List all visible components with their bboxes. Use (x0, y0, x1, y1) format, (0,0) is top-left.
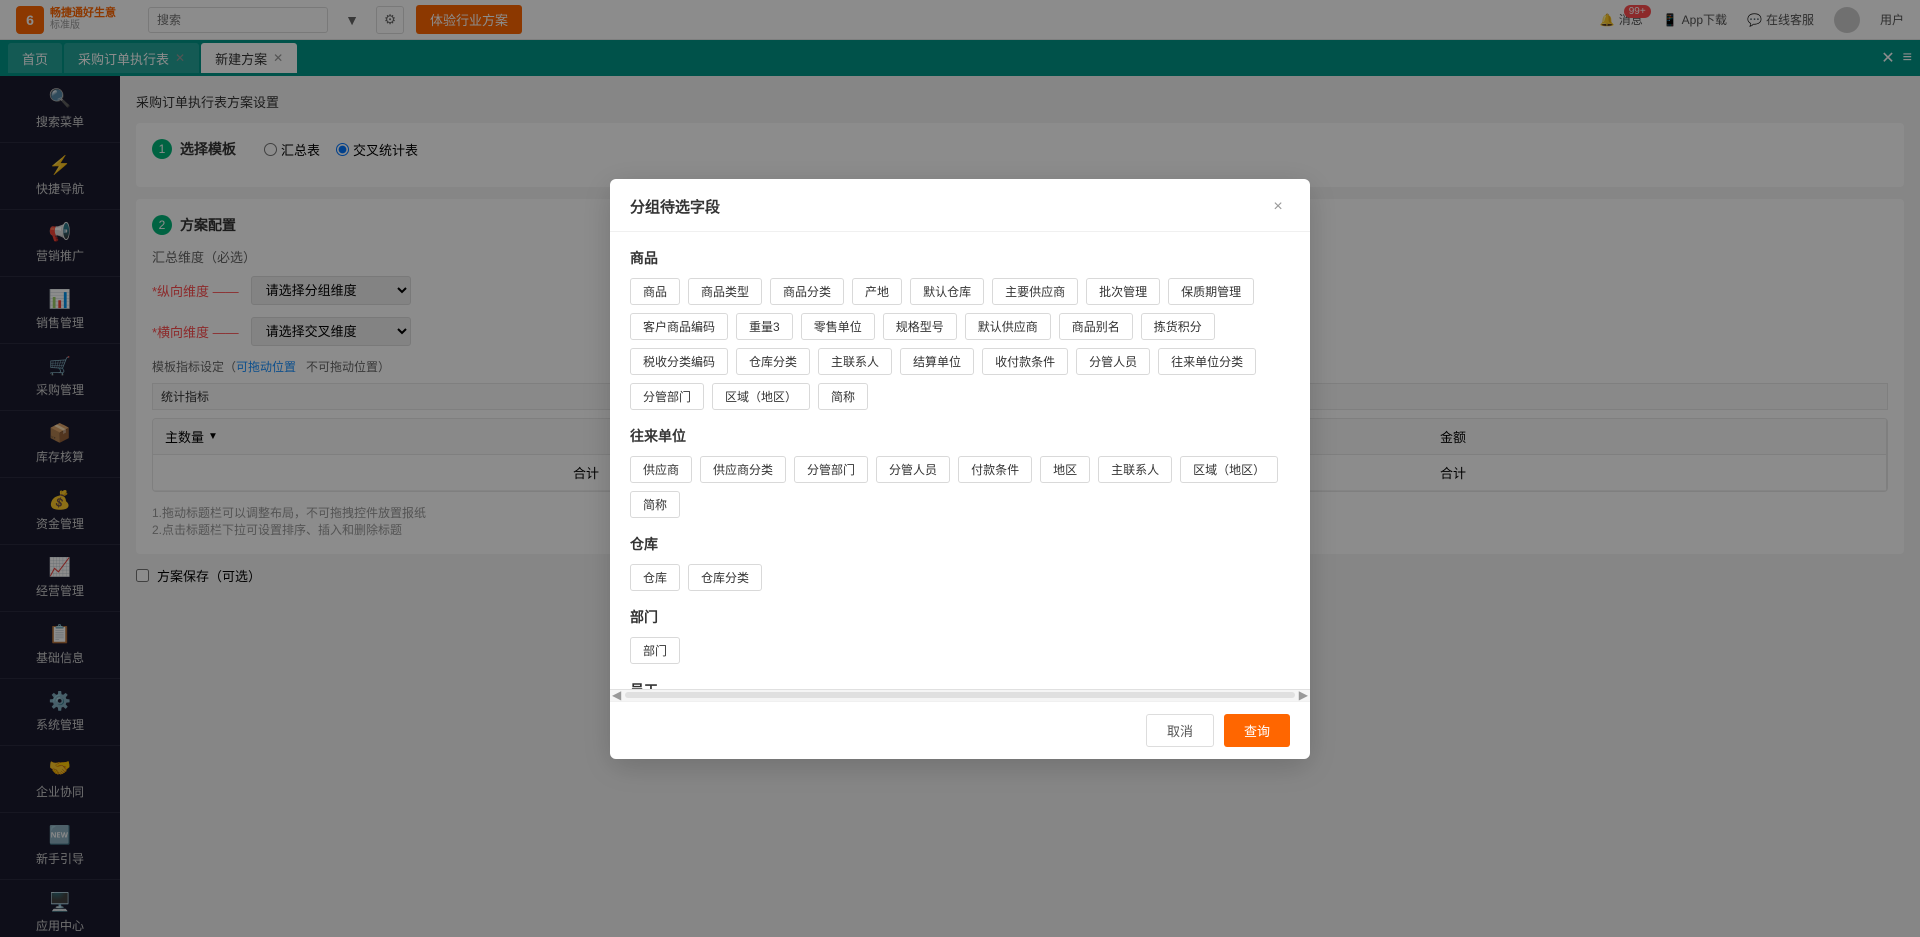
field-tag-partner-8[interactable]: 简称 (630, 491, 680, 518)
field-tag-product-11[interactable]: 规格型号 (883, 313, 957, 340)
field-tag-partner-2[interactable]: 分管部门 (794, 456, 868, 483)
field-tag-product-8[interactable]: 客户商品编码 (630, 313, 728, 340)
field-group-partner-title: 往来单位 (630, 426, 1290, 446)
modal-confirm-btn[interactable]: 查询 (1224, 714, 1290, 747)
field-tag-partner-0[interactable]: 供应商 (630, 456, 692, 483)
field-tag-partner-7[interactable]: 区域（地区） (1180, 456, 1278, 483)
modal-close-btn[interactable]: × (1266, 195, 1290, 219)
modal-h-scrollbar[interactable]: ◀ ▶ (610, 689, 1310, 701)
field-group-dept-title: 部门 (630, 607, 1290, 627)
field-tag-warehouse-1[interactable]: 仓库分类 (688, 564, 762, 591)
field-tag-product-5[interactable]: 主要供应商 (992, 278, 1078, 305)
field-tag-product-22[interactable]: 分管部门 (630, 383, 704, 410)
modal-cancel-btn[interactable]: 取消 (1146, 714, 1214, 747)
field-tag-partner-1[interactable]: 供应商分类 (700, 456, 786, 483)
field-tag-warehouse-0[interactable]: 仓库 (630, 564, 680, 591)
field-tag-partner-6[interactable]: 主联系人 (1098, 456, 1172, 483)
field-tag-product-19[interactable]: 收付款条件 (982, 348, 1068, 375)
field-tag-product-23[interactable]: 区域（地区） (712, 383, 810, 410)
field-tag-product-12[interactable]: 默认供应商 (965, 313, 1051, 340)
scroll-track (625, 692, 1295, 698)
field-group-product: 商品 商品 商品类型 商品分类 产地 默认仓库 主要供应商 批次管理 保质期管理… (630, 248, 1290, 410)
field-tag-partner-5[interactable]: 地区 (1040, 456, 1090, 483)
modal-title: 分组待选字段 (630, 196, 720, 217)
partner-field-tags: 供应商 供应商分类 分管部门 分管人员 付款条件 地区 主联系人 区域（地区） … (630, 456, 1290, 518)
field-tag-product-4[interactable]: 默认仓库 (910, 278, 984, 305)
field-tag-dept-0[interactable]: 部门 (630, 637, 680, 664)
field-tag-partner-4[interactable]: 付款条件 (958, 456, 1032, 483)
field-tag-product-6[interactable]: 批次管理 (1086, 278, 1160, 305)
field-group-product-title: 商品 (630, 248, 1290, 268)
field-group-staff-title: 员工 (630, 680, 1290, 689)
field-tag-product-16[interactable]: 仓库分类 (736, 348, 810, 375)
field-group-partner: 往来单位 供应商 供应商分类 分管部门 分管人员 付款条件 地区 主联系人 区域… (630, 426, 1290, 518)
field-tag-product-18[interactable]: 结算单位 (900, 348, 974, 375)
modal-body: 商品 商品 商品类型 商品分类 产地 默认仓库 主要供应商 批次管理 保质期管理… (610, 232, 1310, 689)
field-tag-product-13[interactable]: 商品别名 (1059, 313, 1133, 340)
field-tag-product-20[interactable]: 分管人员 (1076, 348, 1150, 375)
field-tag-product-9[interactable]: 重量3 (736, 313, 793, 340)
field-tag-product-7[interactable]: 保质期管理 (1168, 278, 1254, 305)
field-tag-product-17[interactable]: 主联系人 (818, 348, 892, 375)
modal-backdrop: 分组待选字段 × 商品 商品 商品类型 商品分类 产地 默认仓库 主要供应商 批… (0, 0, 1920, 937)
field-tag-product-0[interactable]: 商品 (630, 278, 680, 305)
field-tag-product-3[interactable]: 产地 (852, 278, 902, 305)
field-group-warehouse-title: 仓库 (630, 534, 1290, 554)
field-tag-product-2[interactable]: 商品分类 (770, 278, 844, 305)
field-group-dept: 部门 部门 (630, 607, 1290, 664)
field-tag-product-14[interactable]: 拣货积分 (1141, 313, 1215, 340)
field-group-staff: 员工 业务员 (630, 680, 1290, 689)
warehouse-field-tags: 仓库 仓库分类 (630, 564, 1290, 591)
field-tag-product-1[interactable]: 商品类型 (688, 278, 762, 305)
field-tag-product-24[interactable]: 简称 (818, 383, 868, 410)
field-tag-product-10[interactable]: 零售单位 (801, 313, 875, 340)
field-select-modal: 分组待选字段 × 商品 商品 商品类型 商品分类 产地 默认仓库 主要供应商 批… (610, 179, 1310, 759)
modal-footer: 取消 查询 (610, 701, 1310, 759)
modal-header: 分组待选字段 × (610, 179, 1310, 232)
product-field-tags: 商品 商品类型 商品分类 产地 默认仓库 主要供应商 批次管理 保质期管理 客户… (630, 278, 1290, 410)
field-group-warehouse: 仓库 仓库 仓库分类 (630, 534, 1290, 591)
field-tag-product-15[interactable]: 税收分类编码 (630, 348, 728, 375)
field-tag-product-21[interactable]: 往来单位分类 (1158, 348, 1256, 375)
field-tag-partner-3[interactable]: 分管人员 (876, 456, 950, 483)
dept-field-tags: 部门 (630, 637, 1290, 664)
